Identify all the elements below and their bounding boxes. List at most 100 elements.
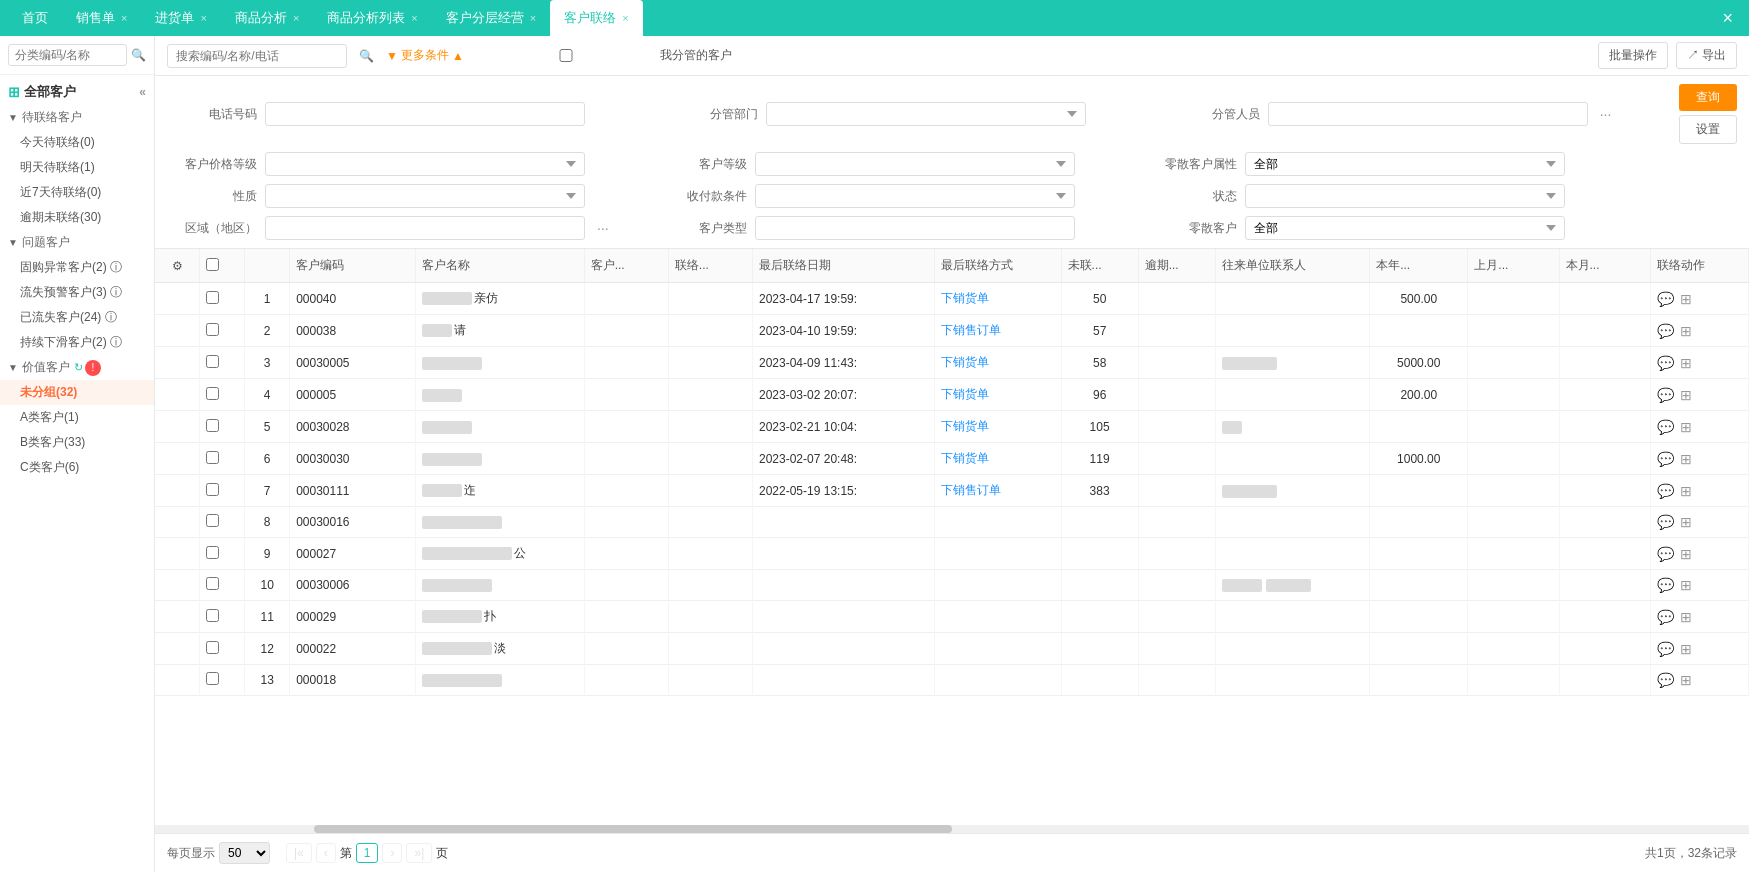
contact-method-link[interactable]: 下销货单: [941, 387, 989, 401]
nature-select[interactable]: [265, 184, 585, 208]
th-contact[interactable]: 联络...: [668, 249, 752, 283]
chat-icon[interactable]: 💬: [1657, 451, 1674, 467]
chat-icon[interactable]: 💬: [1657, 672, 1674, 688]
row-checkbox[interactable]: [206, 419, 219, 432]
nav-purchase[interactable]: 进货单 ×: [141, 0, 220, 36]
chat-icon[interactable]: 💬: [1657, 387, 1674, 403]
b-class-customers[interactable]: B类客户(33): [0, 430, 154, 455]
customer-type-input[interactable]: [755, 216, 1075, 240]
more-icon[interactable]: ⊞: [1680, 483, 1692, 499]
th-last-month[interactable]: 上月...: [1468, 249, 1559, 283]
churned[interactable]: 已流失客户(24) ⓘ: [0, 305, 154, 330]
nav-customer-contact[interactable]: 客户联络 ×: [550, 0, 642, 36]
row-checkbox[interactable]: [206, 514, 219, 527]
chat-icon[interactable]: 💬: [1657, 514, 1674, 530]
th-this-year[interactable]: 本年...: [1370, 249, 1468, 283]
search-btn[interactable]: 🔍: [359, 49, 374, 63]
status-select[interactable]: [1245, 184, 1565, 208]
abnormal-purchase[interactable]: 固购异常客户(2) ⓘ: [0, 255, 154, 280]
phone-input[interactable]: [265, 102, 585, 126]
th-last-date[interactable]: 最后联络日期: [752, 249, 934, 283]
more-icon[interactable]: ⊞: [1680, 387, 1692, 403]
retail-attr-select[interactable]: 全部: [1245, 152, 1565, 176]
close-analysis-icon[interactable]: ×: [293, 12, 299, 24]
chat-icon[interactable]: 💬: [1657, 483, 1674, 499]
horizontal-scrollbar[interactable]: [155, 825, 1749, 833]
value-customers-group[interactable]: ▼ 价值客户 ↻ !: [0, 355, 154, 380]
th-name[interactable]: 客户名称: [416, 249, 584, 283]
per-page-select[interactable]: 50 100 200: [219, 842, 270, 864]
more-icon[interactable]: ⊞: [1680, 514, 1692, 530]
more-icon[interactable]: ⊞: [1680, 609, 1692, 625]
export-button[interactable]: ↗ 导出: [1676, 42, 1737, 69]
select-all-checkbox[interactable]: [206, 258, 219, 271]
nav-customer-tier[interactable]: 客户分层经营 ×: [432, 0, 550, 36]
row-checkbox[interactable]: [206, 609, 219, 622]
next-page-btn[interactable]: ›: [382, 843, 402, 863]
scrollbar-thumb[interactable]: [314, 825, 952, 833]
overdue-pending[interactable]: 逾期未联络(30): [0, 205, 154, 230]
more-icon[interactable]: ⊞: [1680, 577, 1692, 593]
a-class-customers[interactable]: A类客户(1): [0, 405, 154, 430]
more-icon[interactable]: ⊞: [1680, 641, 1692, 657]
row-checkbox[interactable]: [206, 387, 219, 400]
more-icon[interactable]: ⊞: [1680, 451, 1692, 467]
chat-icon[interactable]: 💬: [1657, 577, 1674, 593]
region-dots-btn[interactable]: ···: [593, 220, 613, 236]
declining[interactable]: 持续下滑客户(2) ⓘ: [0, 330, 154, 355]
more-icon[interactable]: ⊞: [1680, 546, 1692, 562]
close-tier-icon[interactable]: ×: [530, 12, 536, 24]
th-settings[interactable]: ⚙: [155, 249, 200, 283]
customer-level-select[interactable]: [755, 152, 1075, 176]
today-pending[interactable]: 今天待联络(0): [0, 130, 154, 155]
person-dots-btn[interactable]: ···: [1596, 106, 1616, 122]
problem-customers-group[interactable]: ▼ 问题客户: [0, 230, 154, 255]
th-unit-contact[interactable]: 往来单位联系人: [1215, 249, 1369, 283]
th-last-method[interactable]: 最后联络方式: [935, 249, 1061, 283]
tomorrow-pending[interactable]: 明天待联络(1): [0, 155, 154, 180]
chat-icon[interactable]: 💬: [1657, 609, 1674, 625]
nav-sales[interactable]: 销售单 ×: [62, 0, 141, 36]
category-search-icon[interactable]: 🔍: [131, 48, 146, 62]
person-input[interactable]: [1268, 102, 1588, 126]
contact-method-link[interactable]: 下销货单: [941, 451, 989, 465]
th-type[interactable]: 客户...: [584, 249, 668, 283]
row-checkbox[interactable]: [206, 546, 219, 559]
category-search-input[interactable]: [8, 44, 127, 66]
row-checkbox[interactable]: [206, 483, 219, 496]
row-checkbox[interactable]: [206, 323, 219, 336]
nav-home[interactable]: 首页: [8, 0, 62, 36]
more-icon[interactable]: ⊞: [1680, 672, 1692, 688]
chat-icon[interactable]: 💬: [1657, 641, 1674, 657]
chat-icon[interactable]: 💬: [1657, 291, 1674, 307]
week-pending[interactable]: 近7天待联络(0): [0, 180, 154, 205]
more-icon[interactable]: ⊞: [1680, 291, 1692, 307]
dept-select[interactable]: [766, 102, 1086, 126]
my-customers-checkbox[interactable]: [476, 49, 656, 62]
retail-select2[interactable]: 全部: [1245, 216, 1565, 240]
contact-method-link[interactable]: 下销货单: [941, 419, 989, 433]
contact-method-link[interactable]: 下销售订单: [941, 483, 1001, 497]
more-conditions-btn[interactable]: ▼ 更多条件 ▲: [386, 47, 464, 64]
prev-page-btn[interactable]: ‹: [316, 843, 336, 863]
first-page-btn[interactable]: |«: [286, 843, 312, 863]
th-overdue[interactable]: 逾期...: [1138, 249, 1215, 283]
collapse-icon[interactable]: «: [139, 85, 146, 99]
close-contact-icon[interactable]: ×: [622, 12, 628, 24]
c-class-customers[interactable]: C类客户(6): [0, 455, 154, 480]
batch-op-button[interactable]: 批量操作: [1598, 42, 1668, 69]
churn-warning[interactable]: 流失预警客户(3) ⓘ: [0, 280, 154, 305]
more-icon[interactable]: ⊞: [1680, 355, 1692, 371]
contact-method-link[interactable]: 下销货单: [941, 291, 989, 305]
reset-button[interactable]: 设置: [1679, 115, 1737, 144]
close-list-icon[interactable]: ×: [411, 12, 417, 24]
close-sales-icon[interactable]: ×: [121, 12, 127, 24]
row-checkbox[interactable]: [206, 641, 219, 654]
refresh-icon[interactable]: ↻: [74, 361, 83, 374]
payment-select[interactable]: [755, 184, 1075, 208]
more-icon[interactable]: ⊞: [1680, 419, 1692, 435]
unclassified-group[interactable]: 未分组(32): [0, 380, 154, 405]
region-input[interactable]: [265, 216, 585, 240]
close-purchase-icon[interactable]: ×: [200, 12, 206, 24]
close-all-button[interactable]: ×: [1714, 8, 1741, 29]
